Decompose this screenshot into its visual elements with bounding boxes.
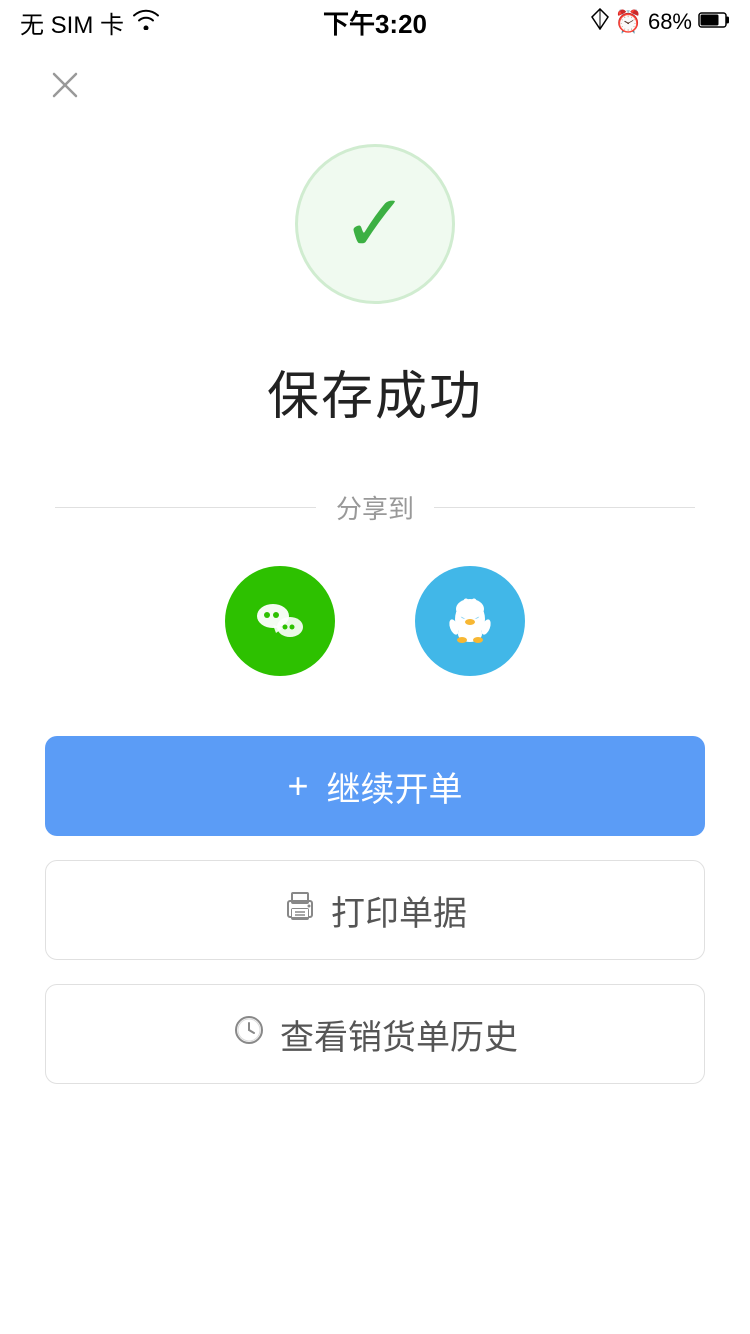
share-label: 分享到: [316, 489, 434, 526]
continue-plus-icon: +: [287, 765, 308, 807]
close-button[interactable]: [40, 60, 90, 110]
wifi-icon: [132, 8, 160, 37]
continue-button[interactable]: + 继续开单: [45, 736, 705, 836]
history-button[interactable]: 查看销货单历史: [45, 984, 705, 1084]
print-icon: [283, 889, 317, 932]
share-icons: [225, 566, 525, 676]
action-buttons: + 继续开单 打印单据: [45, 736, 705, 1084]
share-label-row: 分享到: [55, 489, 695, 526]
battery-icon: [698, 9, 730, 35]
continue-label: 继续开单: [327, 762, 463, 811]
status-time: 下午3:20: [323, 4, 427, 41]
history-icon: [232, 1013, 266, 1056]
share-divider-right: [434, 507, 695, 508]
qq-share-button[interactable]: [415, 566, 525, 676]
print-label: 打印单据: [331, 886, 467, 935]
checkmark-icon: ✓: [341, 184, 408, 264]
wechat-share-button[interactable]: [225, 566, 335, 676]
no-sim-text: 无 SIM 卡: [20, 5, 124, 40]
status-right: ⏰ 68%: [591, 8, 730, 36]
success-icon-wrapper: ✓: [295, 144, 455, 304]
history-label: 查看销货单历史: [280, 1010, 518, 1059]
main-content: ✓ 保存成功 分享到: [0, 44, 750, 1084]
alarm-icon: ⏰: [615, 9, 642, 35]
status-left: 无 SIM 卡: [20, 5, 160, 40]
status-bar: 无 SIM 卡 下午3:20 ⏰ 68%: [0, 0, 750, 44]
print-button[interactable]: 打印单据: [45, 860, 705, 960]
battery-percent: 68%: [648, 9, 692, 35]
location-icon: [591, 8, 609, 36]
share-divider-left: [55, 507, 316, 508]
share-section: 分享到: [0, 489, 750, 676]
success-title: 保存成功: [267, 354, 483, 429]
